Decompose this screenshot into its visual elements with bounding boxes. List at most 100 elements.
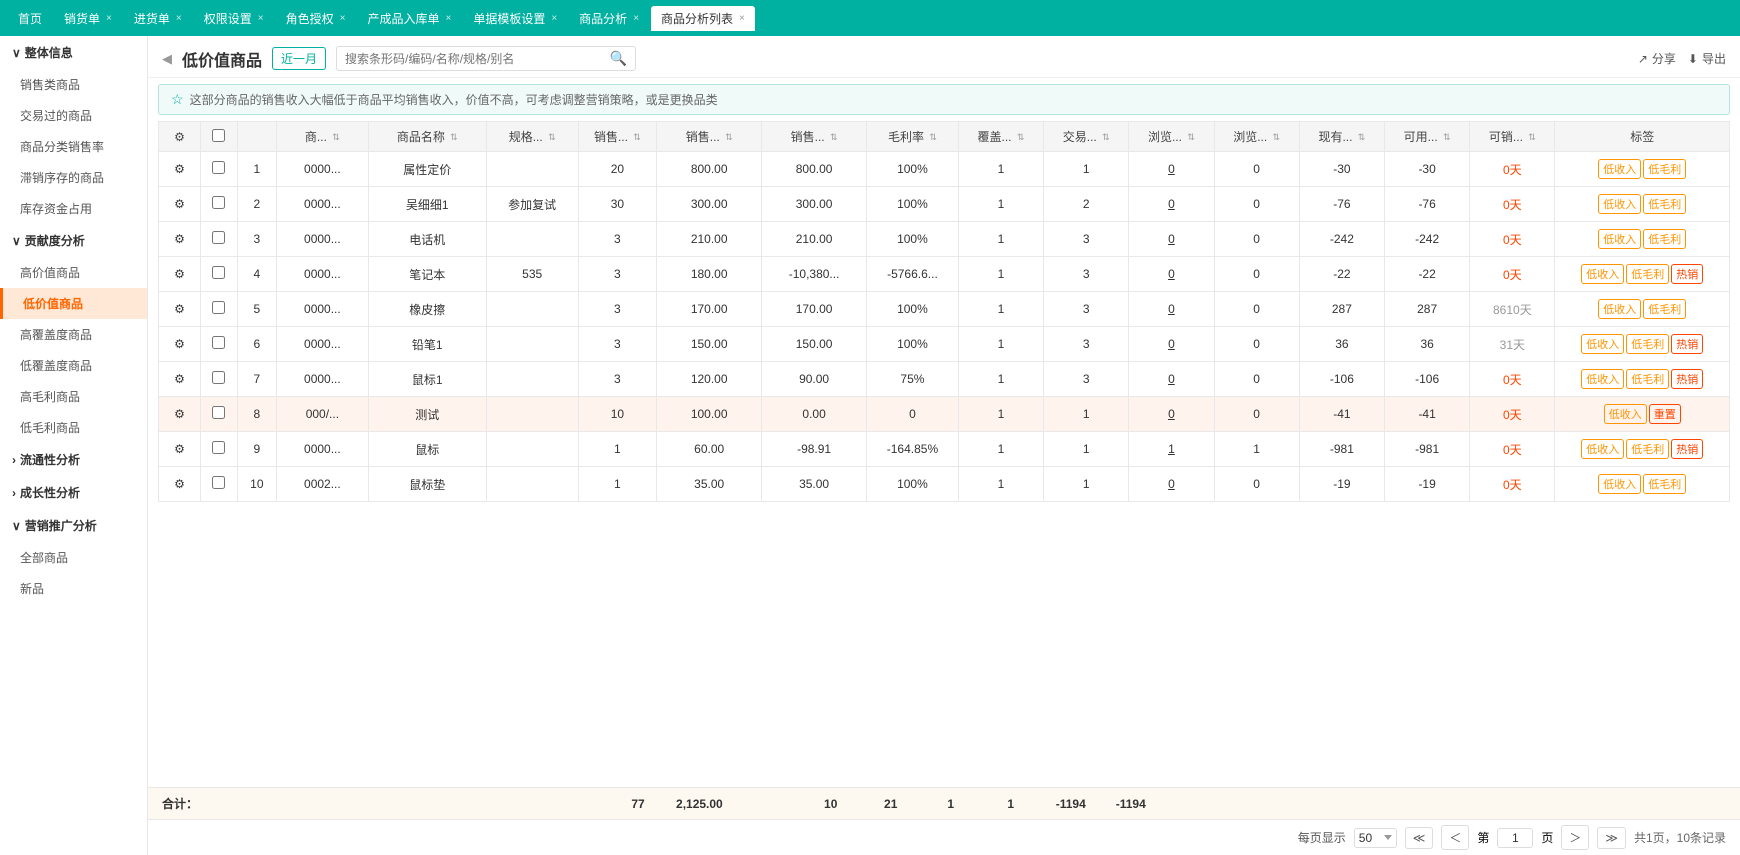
nav-finished-goods[interactable]: 产成品入库单 × [357, 6, 461, 31]
collapse-sidebar-btn[interactable]: ◀ [162, 51, 172, 67]
browse1-link[interactable]: 0 [1168, 372, 1175, 386]
row-settings[interactable]: ⚙ [159, 327, 201, 362]
th-spec[interactable]: 规格... ⇅ [486, 122, 578, 152]
first-page-btn[interactable]: ≪ [1405, 827, 1434, 849]
row-settings[interactable]: ⚙ [159, 397, 201, 432]
th-sale-qty[interactable]: 销售... ⇅ [578, 122, 657, 152]
sidebar-item-low-value[interactable]: 低价值商品 [0, 288, 147, 319]
row-checkbox-cell[interactable] [200, 397, 237, 432]
row-settings[interactable]: ⚙ [159, 187, 201, 222]
row-settings[interactable]: ⚙ [159, 152, 201, 187]
th-name[interactable]: 商品名称 ⇅ [368, 122, 486, 152]
last-page-btn[interactable]: ≫ [1597, 827, 1626, 849]
search-input[interactable] [345, 52, 606, 66]
nav-role-auth[interactable]: 角色授权 × [276, 6, 356, 31]
row-checkbox-cell[interactable] [200, 467, 237, 502]
row-checkbox[interactable] [212, 336, 225, 349]
row-settings[interactable]: ⚙ [159, 362, 201, 397]
row-checkbox-cell[interactable] [200, 327, 237, 362]
browse1-link[interactable]: 0 [1168, 337, 1175, 351]
sidebar-item-slow-moving[interactable]: 滞销序存的商品 [0, 162, 147, 193]
row-checkbox-cell[interactable] [200, 362, 237, 397]
sidebar-item-all-products[interactable]: 全部商品 [0, 542, 147, 573]
sidebar-item-traded-products[interactable]: 交易过的商品 [0, 100, 147, 131]
nav-product-analysis-close[interactable]: × [633, 13, 639, 24]
nav-home[interactable]: 首页 [8, 6, 52, 31]
th-cover[interactable]: 覆盖... ⇅ [958, 122, 1043, 152]
row-checkbox-cell[interactable] [200, 292, 237, 327]
th-check[interactable] [200, 122, 237, 152]
nav-product-analysis-list[interactable]: 商品分析列表 × [651, 6, 755, 31]
th-sale-amt[interactable]: 销售... ⇅ [657, 122, 762, 152]
nav-purchase-order-close[interactable]: × [176, 13, 182, 24]
row-settings[interactable]: ⚙ [159, 432, 201, 467]
browse1-link[interactable]: 0 [1168, 162, 1175, 176]
row-checkbox[interactable] [212, 476, 225, 489]
th-stock[interactable]: 现有... ⇅ [1299, 122, 1384, 152]
search-icon[interactable]: 🔍 [610, 50, 627, 67]
sidebar-item-low-coverage[interactable]: 低覆盖度商品 [0, 350, 147, 381]
row-settings[interactable]: ⚙ [159, 257, 201, 292]
browse1-link[interactable]: 0 [1168, 197, 1175, 211]
sidebar-item-new-products[interactable]: 新品 [0, 573, 147, 604]
sidebar-item-category-sales-rate[interactable]: 商品分类销售率 [0, 131, 147, 162]
row-checkbox[interactable] [212, 441, 225, 454]
row-checkbox[interactable] [212, 196, 225, 209]
nav-finished-goods-close[interactable]: × [445, 13, 451, 24]
nav-template-settings-close[interactable]: × [551, 13, 557, 24]
browse1-link[interactable]: 0 [1168, 477, 1175, 491]
browse1-link[interactable]: 0 [1168, 302, 1175, 316]
row-settings[interactable]: ⚙ [159, 467, 201, 502]
row-settings[interactable]: ⚙ [159, 222, 201, 257]
row-checkbox-cell[interactable] [200, 257, 237, 292]
sidebar-group-marketing[interactable]: ∨ 营销推广分析 [0, 509, 147, 542]
th-code[interactable]: 商... ⇅ [276, 122, 368, 152]
sidebar-item-low-margin[interactable]: 低毛利商品 [0, 412, 147, 443]
row-checkbox[interactable] [212, 406, 225, 419]
sidebar-item-sales-products[interactable]: 销售类商品 [0, 69, 147, 100]
prev-page-btn[interactable]: ＜ [1441, 825, 1469, 850]
row-checkbox-cell[interactable] [200, 432, 237, 467]
sidebar-group-growth[interactable]: › 成长性分析 [0, 476, 147, 509]
nav-permissions-close[interactable]: × [258, 13, 264, 24]
browse1-link[interactable]: 0 [1168, 407, 1175, 421]
nav-permissions[interactable]: 权限设置 × [194, 6, 274, 31]
row-checkbox[interactable] [212, 301, 225, 314]
row-settings[interactable]: ⚙ [159, 292, 201, 327]
th-trans[interactable]: 交易... ⇅ [1044, 122, 1129, 152]
sidebar-item-high-value[interactable]: 高价值商品 [0, 257, 147, 288]
nav-product-analysis[interactable]: 商品分析 × [569, 6, 649, 31]
period-tag-btn[interactable]: 近一月 [272, 47, 326, 70]
nav-template-settings[interactable]: 单据模板设置 × [463, 6, 567, 31]
row-checkbox[interactable] [212, 231, 225, 244]
page-size-select[interactable]: 50 100 200 [1354, 828, 1397, 848]
browse1-link[interactable]: 0 [1168, 267, 1175, 281]
browse1-link[interactable]: 0 [1168, 232, 1175, 246]
nav-role-auth-close[interactable]: × [340, 13, 346, 24]
th-sell[interactable]: 可销... ⇅ [1470, 122, 1555, 152]
nav-product-analysis-list-close[interactable]: × [739, 13, 745, 24]
page-input[interactable] [1497, 828, 1533, 848]
next-page-btn[interactable]: ＞ [1561, 825, 1589, 850]
th-browse2[interactable]: 浏览... ⇅ [1214, 122, 1299, 152]
nav-sales-order[interactable]: 销货单 × [54, 6, 122, 31]
th-browse1[interactable]: 浏览... ⇅ [1129, 122, 1214, 152]
select-all-checkbox[interactable] [212, 129, 225, 142]
browse1-link[interactable]: 1 [1168, 442, 1175, 456]
th-avail[interactable]: 可用... ⇅ [1385, 122, 1470, 152]
sidebar-item-high-margin[interactable]: 高毛利商品 [0, 381, 147, 412]
sidebar-item-high-coverage[interactable]: 高覆盖度商品 [0, 319, 147, 350]
sidebar-group-contribution[interactable]: ∨ 贡献度分析 [0, 224, 147, 257]
th-settings[interactable]: ⚙ [159, 122, 201, 152]
sidebar-item-inventory-capital[interactable]: 库存资金占用 [0, 193, 147, 224]
row-checkbox-cell[interactable] [200, 152, 237, 187]
row-checkbox-cell[interactable] [200, 187, 237, 222]
row-checkbox[interactable] [212, 161, 225, 174]
row-checkbox-cell[interactable] [200, 222, 237, 257]
nav-purchase-order[interactable]: 进货单 × [124, 6, 192, 31]
share-btn[interactable]: ↗ 分享 [1638, 50, 1676, 67]
row-checkbox[interactable] [212, 266, 225, 279]
sidebar-group-liquidity[interactable]: › 流通性分析 [0, 443, 147, 476]
nav-sales-order-close[interactable]: × [106, 13, 112, 24]
th-gross[interactable]: 毛利率 ⇅ [867, 122, 959, 152]
